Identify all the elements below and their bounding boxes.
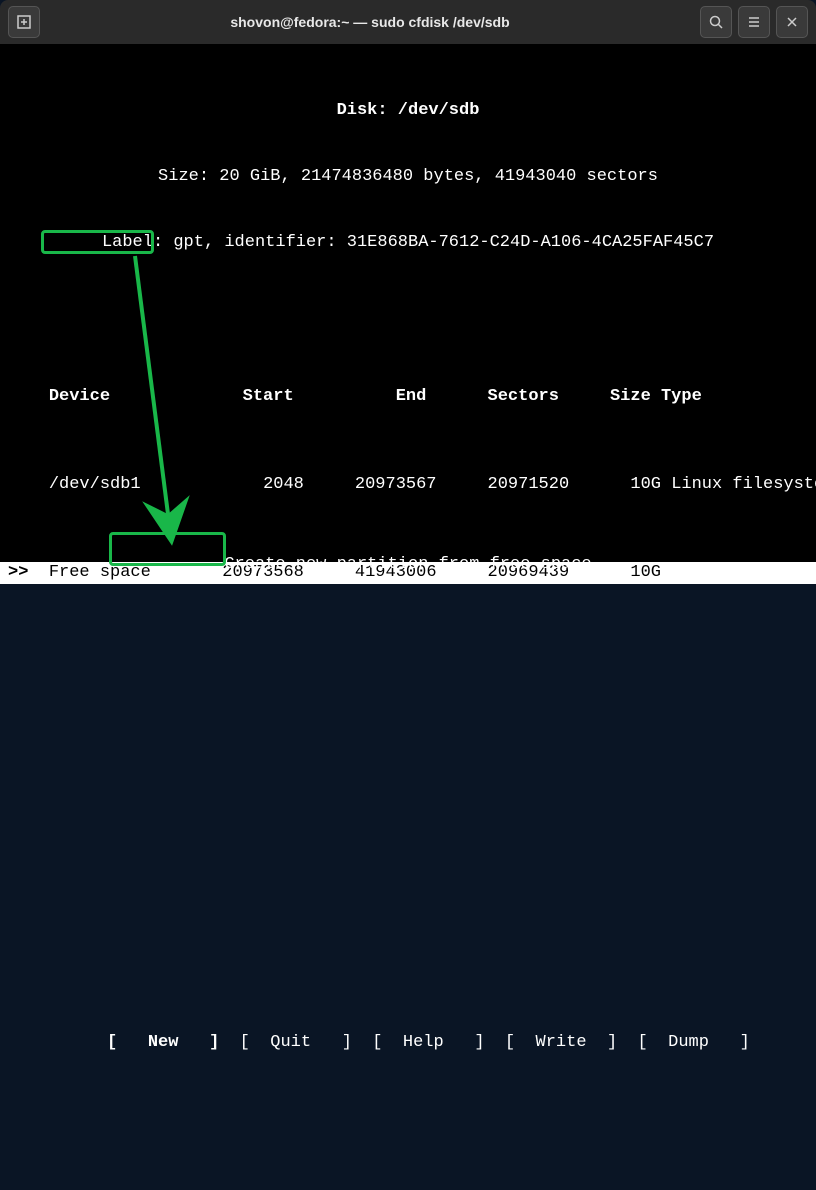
menu-bar: [ New ] [ Quit ] [ Help ] [ Write ] [ Du… [0,1032,816,1054]
disk-label-line: Label: gpt, identifier: 31E868BA-7612-C2… [0,232,816,254]
menu-button[interactable] [738,6,770,38]
search-button[interactable] [700,6,732,38]
close-button[interactable] [776,6,808,38]
disk-heading: Disk: /dev/sdb [0,100,816,122]
terminal-area[interactable]: Disk: /dev/sdb Size: 20 GiB, 21474836480… [0,44,816,584]
window-title: shovon@fedora:~ — sudo cfdisk /dev/sdb [230,14,509,30]
column-header-row: Device Start End Sectors Size Type [0,386,816,408]
menu-write[interactable]: [ Write ] [505,1033,617,1052]
menu-dump[interactable]: [ Dump ] [638,1033,750,1052]
status-line: Create new partition from free space [0,554,816,576]
menu-help[interactable]: [ Help ] [372,1033,484,1052]
disk-size-line: Size: 20 GiB, 21474836480 bytes, 4194304… [0,166,816,188]
annotation-arrow [0,44,816,639]
table-row[interactable]: /dev/sdb1 2048 20973567 20971520 10G Lin… [0,474,816,496]
menu-new[interactable]: [ New ] [107,1033,219,1052]
menu-quit[interactable]: [ Quit ] [240,1033,352,1052]
window-titlebar: shovon@fedora:~ — sudo cfdisk /dev/sdb [0,0,816,44]
new-tab-button[interactable] [8,6,40,38]
